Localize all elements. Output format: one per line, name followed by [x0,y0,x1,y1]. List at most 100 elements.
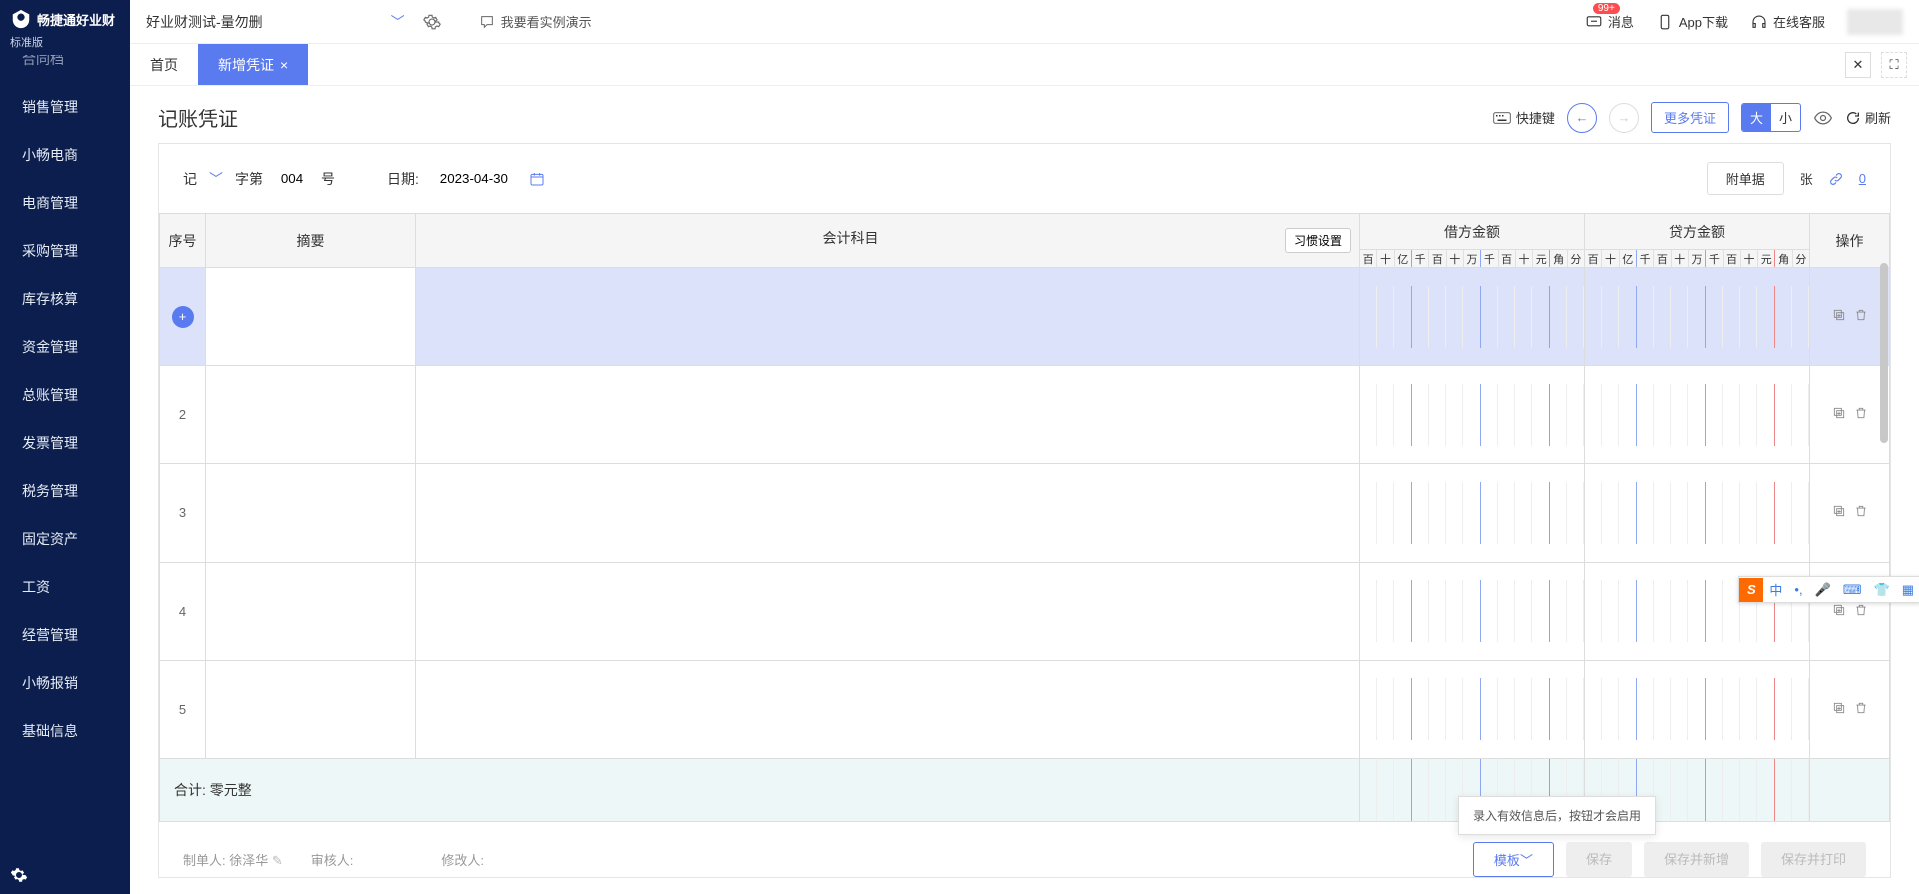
add-row-button[interactable]: + [172,306,194,328]
nav-item[interactable]: 小畅电商 [0,131,130,179]
messages-button[interactable]: 99+ 消息 [1585,12,1634,31]
maker: 制单人: 徐泽华 ✎ [183,850,283,869]
nav-item[interactable]: 库存核算 [0,275,130,323]
copy-row-icon[interactable] [1832,504,1846,518]
table-row[interactable]: + [160,268,1890,366]
row-ops [1810,268,1890,366]
page-title: 记账凭证 [158,103,238,132]
habit-settings-button[interactable]: 习惯设置 [1285,228,1351,253]
copy-row-icon[interactable] [1832,603,1846,617]
delete-row-icon[interactable] [1854,308,1868,322]
fullscreen-button[interactable]: ⛶ [1881,52,1907,78]
size-large[interactable]: 大 [1742,104,1771,131]
service-button[interactable]: 在线客服 [1750,12,1825,31]
date-input[interactable] [431,171,517,186]
next-button[interactable]: → [1609,103,1639,133]
content: 记 ﹀ 字第 号 日期: 附单据 张 [130,143,1919,894]
table-row[interactable]: 4 [160,562,1890,660]
nav-item[interactable]: 电商管理 [0,179,130,227]
nav-item[interactable]: 合同档 [0,55,130,83]
workspace-selector[interactable]: 好业财测试-量勿删 ﹀ [146,12,405,32]
ime-lang[interactable]: 中 [1763,577,1788,602]
size-toggle: 大 小 [1741,103,1801,132]
size-small[interactable]: 小 [1771,104,1800,131]
zhang-label: 张 [1800,169,1813,188]
tab-new-voucher[interactable]: 新增凭证 × [198,44,308,85]
nav-item[interactable]: 采购管理 [0,227,130,275]
summary-input[interactable] [206,305,415,328]
copy-row-icon[interactable] [1832,701,1846,715]
nav-item[interactable]: 税务管理 [0,467,130,515]
table-row[interactable]: 5 [160,660,1890,758]
ime-keyboard-icon[interactable]: ⌨ [1837,579,1868,601]
attach-button[interactable]: 附单据 [1707,162,1784,195]
digit-label: 百 [1429,250,1446,267]
chevron-down-icon[interactable]: ﹀ [209,169,223,189]
nav-item[interactable]: 基础信息 [0,707,130,755]
calendar-icon[interactable] [529,171,545,187]
digit-label: 万 [1689,250,1706,267]
digit-label: 十 [1447,250,1464,267]
nav-item[interactable]: 总账管理 [0,371,130,419]
table-wrap: 序号 摘要 会计科目 习惯设置 借方金额 贷方金额 操作 [159,213,1890,822]
save-new-button: 保存并新增 [1644,842,1749,877]
subject-cell[interactable] [416,660,1360,758]
subject-cell[interactable] [416,366,1360,464]
nav-item[interactable]: 发票管理 [0,419,130,467]
ime-mic-icon[interactable]: 🎤 [1809,579,1837,601]
edit-icon[interactable]: ✎ [272,853,283,868]
subject-cell[interactable] [416,268,1360,366]
vertical-scrollbar[interactable] [1880,263,1888,443]
main: 好业财测试-量勿删 ﹀ 我要看实例演示 99+ 消息 App下载 [130,0,1919,894]
copy-row-icon[interactable] [1832,308,1846,322]
voucher-type[interactable]: 记 [183,169,197,189]
tabs-right: ✕ ⛶ [1845,52,1907,78]
prev-button[interactable]: ← [1567,103,1597,133]
delete-row-icon[interactable] [1854,701,1868,715]
hao-label: 号 [321,169,335,189]
table-row[interactable]: 2 [160,366,1890,464]
nav-item[interactable]: 资金管理 [0,323,130,371]
template-button[interactable]: 模板 ﹀ [1473,842,1554,877]
digit-label: 千 [1637,250,1654,267]
table-row[interactable]: 3 [160,464,1890,562]
message-icon [1585,13,1603,31]
nav-item[interactable]: 固定资产 [0,515,130,563]
sidebar-settings[interactable] [0,856,130,894]
tab-home[interactable]: 首页 [130,44,198,85]
chevron-down-icon[interactable]: ﹀ [1520,850,1533,869]
modifier: 修改人: [441,850,484,869]
ime-punct-icon[interactable]: •, [1788,579,1808,600]
more-vouchers-button[interactable]: 更多凭证 [1651,102,1729,133]
keyboard-icon [1493,111,1511,125]
voucher-number-input[interactable] [275,171,309,187]
clip-count[interactable]: 0 [1859,171,1866,186]
ime-skin-icon[interactable]: 👕 [1868,579,1896,601]
sidebar: 畅捷通好业财 标准版 合同档 销售管理 小畅电商 电商管理 采购管理 库存核算 … [0,0,130,894]
settings-icon[interactable] [423,13,441,31]
delete-row-icon[interactable] [1854,603,1868,617]
clip-icon[interactable] [1829,172,1843,186]
nav-item[interactable]: 销售管理 [0,83,130,131]
delete-row-icon[interactable] [1854,504,1868,518]
refresh-button[interactable]: 刷新 [1845,108,1891,127]
subject-cell[interactable] [416,562,1360,660]
digit-label: 元 [1758,250,1775,267]
ime-toolbar[interactable]: S 中 •, 🎤 ⌨ 👕 ▦ [1738,576,1919,603]
close-icon[interactable]: × [280,57,288,73]
demo-link[interactable]: 我要看实例演示 [479,12,592,31]
shortcut-button[interactable]: 快捷键 [1493,108,1555,127]
ime-menu-icon[interactable]: ▦ [1896,579,1919,601]
subject-cell[interactable] [416,464,1360,562]
digit-label: 角 [1550,250,1567,267]
nav-item[interactable]: 工资 [0,563,130,611]
close-all-button[interactable]: ✕ [1845,52,1871,78]
eye-icon[interactable] [1813,108,1833,128]
avatar[interactable] [1847,9,1903,35]
nav-item[interactable]: 经营管理 [0,611,130,659]
voucher-header-right: 附单据 张 0 [1707,162,1866,195]
nav-item[interactable]: 小畅报销 [0,659,130,707]
app-download-button[interactable]: App下载 [1656,12,1728,31]
copy-row-icon[interactable] [1832,406,1846,420]
delete-row-icon[interactable] [1854,406,1868,420]
